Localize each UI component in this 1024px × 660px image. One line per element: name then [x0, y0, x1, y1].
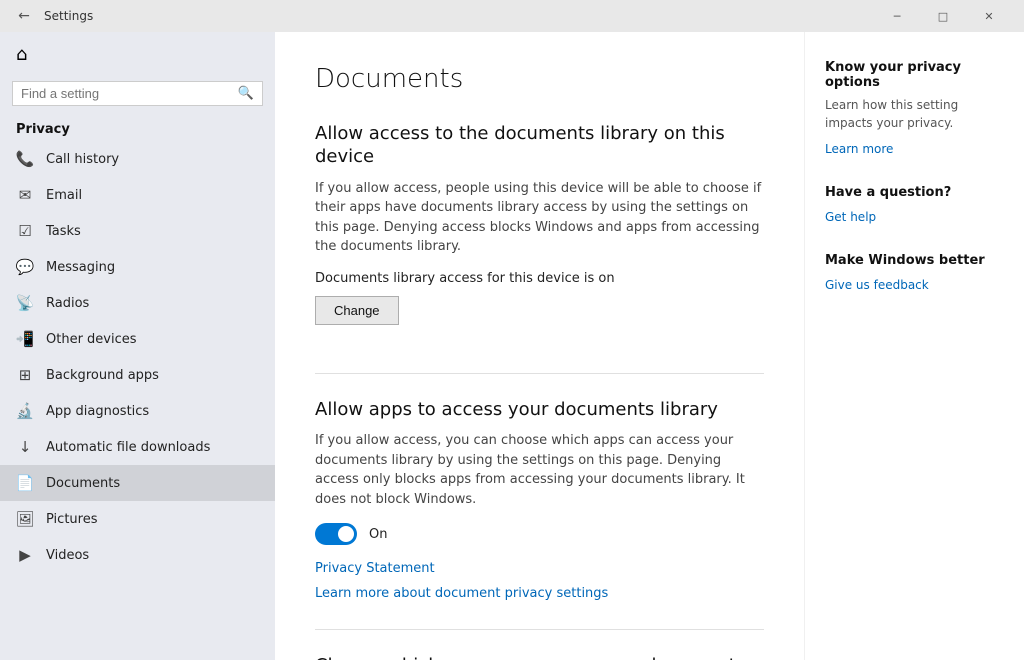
device-access-status: Documents library access for this device…: [315, 271, 764, 286]
radios-label: Radios: [46, 296, 89, 311]
close-icon: ✕: [984, 10, 993, 23]
device-access-section: Allow access to the documents library on…: [315, 122, 764, 345]
learn-more-link[interactable]: Learn more: [825, 142, 893, 156]
messaging-label: Messaging: [46, 260, 115, 275]
sidebar-item-messaging[interactable]: 💬 Messaging: [0, 249, 275, 285]
minimize-button[interactable]: ─: [874, 0, 920, 32]
automatic-file-downloads-icon: ↓: [16, 438, 34, 456]
home-button[interactable]: ⌂: [0, 32, 275, 77]
divider-1: [315, 373, 764, 374]
app-container: ⌂ 🔍 Privacy 📞 Call history ✉ Email ☑ Tasks 💬 Me…: [0, 32, 1024, 660]
minimize-icon: ─: [894, 10, 901, 23]
videos-label: Videos: [46, 548, 89, 563]
messaging-icon: 💬: [16, 258, 34, 276]
sidebar-item-documents[interactable]: 📄 Documents: [0, 465, 275, 501]
divider-2: [315, 629, 764, 630]
videos-icon: ▶: [16, 546, 34, 564]
get-help-link[interactable]: Get help: [825, 210, 876, 224]
privacy-options-title: Know your privacy options: [825, 60, 1004, 90]
apps-access-desc: If you allow access, you can choose whic…: [315, 431, 764, 509]
change-button[interactable]: Change: [315, 296, 399, 325]
sidebar: ⌂ 🔍 Privacy 📞 Call history ✉ Email ☑ Tasks 💬 Me…: [0, 32, 275, 660]
privacy-options-panel: Know your privacy options Learn how this…: [825, 60, 1004, 157]
maximize-icon: □: [938, 10, 948, 23]
app-diagnostics-icon: 🔬: [16, 402, 34, 420]
privacy-options-desc: Learn how this setting impacts your priv…: [825, 96, 1004, 132]
automatic-file-downloads-label: Automatic file downloads: [46, 440, 210, 455]
sidebar-item-app-diagnostics[interactable]: 🔬 App diagnostics: [0, 393, 275, 429]
window-controls: ─ □ ✕: [874, 0, 1012, 32]
search-box[interactable]: 🔍: [12, 81, 263, 106]
right-panel: Know your privacy options Learn how this…: [804, 32, 1024, 660]
radios-icon: 📡: [16, 294, 34, 312]
close-button[interactable]: ✕: [966, 0, 1012, 32]
other-devices-icon: 📲: [16, 330, 34, 348]
sidebar-item-other-devices[interactable]: 📲 Other devices: [0, 321, 275, 357]
make-windows-better-panel: Make Windows better Give us feedback: [825, 253, 1004, 293]
sidebar-item-tasks[interactable]: ☑ Tasks: [0, 213, 275, 249]
sidebar-item-automatic-file-downloads[interactable]: ↓ Automatic file downloads: [0, 429, 275, 465]
call-history-label: Call history: [46, 152, 119, 167]
back-icon: ←: [18, 8, 30, 24]
make-windows-better-title: Make Windows better: [825, 253, 1004, 268]
email-label: Email: [46, 188, 82, 203]
search-input[interactable]: [21, 86, 232, 101]
page-title: Documents: [315, 64, 764, 94]
other-devices-label: Other devices: [46, 332, 137, 347]
pictures-icon: 🖼: [16, 510, 34, 528]
pictures-label: Pictures: [46, 512, 97, 527]
choose-apps-section: Choose which apps can access your docume…: [315, 654, 764, 660]
documents-label: Documents: [46, 476, 120, 491]
privacy-statement-link[interactable]: Privacy Statement: [315, 561, 764, 576]
nav-items-list: 📞 Call history ✉ Email ☑ Tasks 💬 Messaging 📡 Radi…: [0, 141, 275, 573]
apps-access-section: Allow apps to access your documents libr…: [315, 398, 764, 601]
documents-icon: 📄: [16, 474, 34, 492]
email-icon: ✉: [16, 186, 34, 204]
sidebar-item-call-history[interactable]: 📞 Call history: [0, 141, 275, 177]
call-history-icon: 📞: [16, 150, 34, 168]
background-apps-label: Background apps: [46, 368, 159, 383]
sidebar-item-background-apps[interactable]: ⊞ Background apps: [0, 357, 275, 393]
give-feedback-link[interactable]: Give us feedback: [825, 278, 929, 292]
toggle-label: On: [369, 527, 387, 542]
app-diagnostics-label: App diagnostics: [46, 404, 149, 419]
have-question-title: Have a question?: [825, 185, 1004, 200]
toggle-row: On: [315, 523, 764, 545]
tasks-label: Tasks: [46, 224, 81, 239]
sidebar-item-email[interactable]: ✉ Email: [0, 177, 275, 213]
device-access-title: Allow access to the documents library on…: [315, 122, 764, 169]
search-icon: 🔍: [238, 86, 254, 101]
back-button[interactable]: ←: [12, 4, 36, 28]
sidebar-item-pictures[interactable]: 🖼 Pictures: [0, 501, 275, 537]
apps-access-title: Allow apps to access your documents libr…: [315, 398, 764, 421]
learn-more-documents-link[interactable]: Learn more about document privacy settin…: [315, 586, 764, 601]
sidebar-section-title: Privacy: [0, 114, 275, 141]
choose-apps-title: Choose which apps can access your docume…: [315, 654, 764, 660]
titlebar-title: Settings: [44, 9, 874, 23]
have-question-panel: Have a question? Get help: [825, 185, 1004, 225]
device-access-desc: If you allow access, people using this d…: [315, 179, 764, 257]
tasks-icon: ☑: [16, 222, 34, 240]
background-apps-icon: ⊞: [16, 366, 34, 384]
sidebar-item-radios[interactable]: 📡 Radios: [0, 285, 275, 321]
apps-access-toggle[interactable]: [315, 523, 357, 545]
maximize-button[interactable]: □: [920, 0, 966, 32]
titlebar: ← Settings ─ □ ✕: [0, 0, 1024, 32]
home-icon: ⌂: [16, 44, 27, 65]
main-content: Documents Allow access to the documents …: [275, 32, 804, 660]
sidebar-item-videos[interactable]: ▶ Videos: [0, 537, 275, 573]
